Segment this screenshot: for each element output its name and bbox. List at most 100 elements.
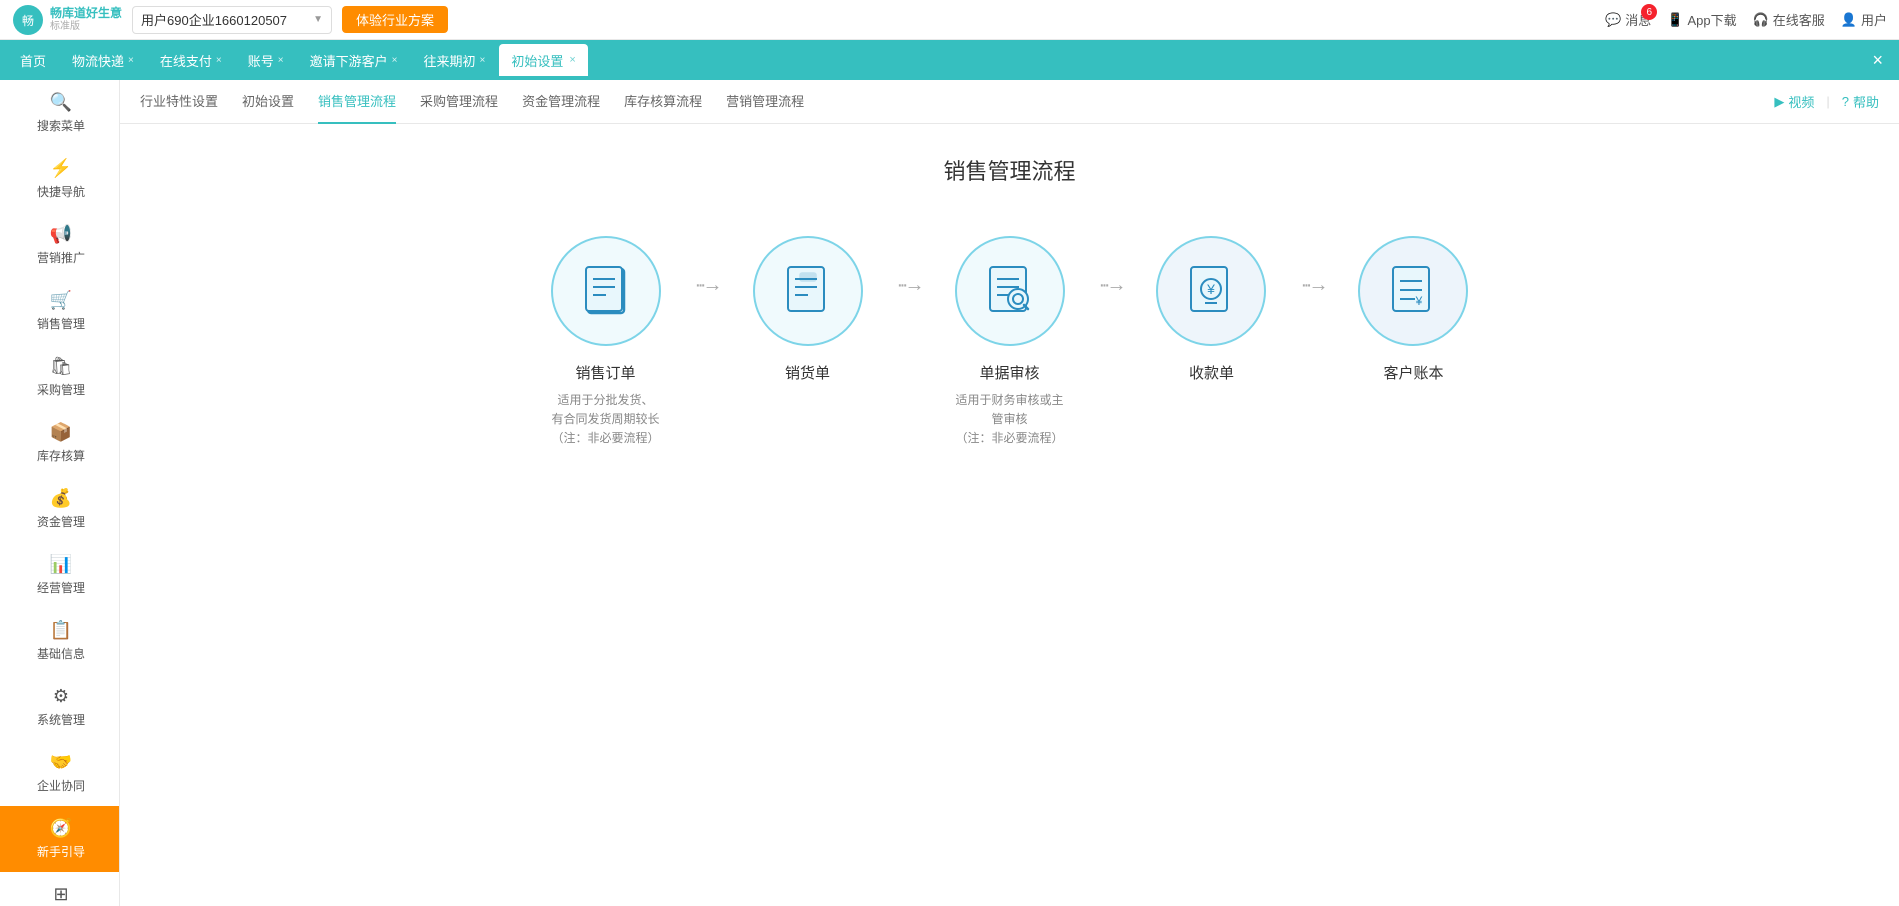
nav-tab-home-label: 首页: [20, 51, 46, 70]
audit-icon: [982, 263, 1038, 319]
sub-tab-inventory-flow[interactable]: 库存核算流程: [624, 80, 702, 124]
flow-step-sales-order: 销售订单 适用于分批发货、有合同发货周期较长（注：非必要流程）: [521, 236, 691, 449]
chevron-down-icon: ×: [216, 55, 222, 66]
tab-close-icon[interactable]: ×: [569, 54, 575, 66]
sub-tab-init-label: 初始设置: [242, 91, 294, 110]
nav-tab-account[interactable]: 账号 ×: [236, 44, 296, 76]
grid-icon: ⊞: [53, 884, 68, 905]
nav-tab-logistics[interactable]: 物流快递 ×: [60, 44, 146, 76]
help-button[interactable]: ? 帮助: [1842, 92, 1879, 111]
flow-arrow-3: ···→: [1095, 274, 1127, 297]
sales-order-icon: [578, 263, 634, 319]
nav-tab-invite[interactable]: 邀请下游客户 ×: [298, 44, 410, 76]
chevron-down-icon: ×: [479, 55, 485, 66]
sidebar-item-purchase[interactable]: 🛍 采购管理: [0, 344, 119, 410]
receipt-icon: ¥: [1183, 263, 1239, 319]
flow-step-audit: 单据审核 适用于财务审核或主管审核（注：非必要流程）: [925, 236, 1095, 449]
gear-icon: ⚙: [53, 686, 69, 707]
sidebar-item-marketing[interactable]: 📢 营销推广: [0, 212, 119, 278]
sub-tab-sales-flow[interactable]: 销售管理流程: [318, 80, 396, 124]
delivery-circle[interactable]: [753, 236, 863, 346]
delivery-icon: [780, 263, 836, 319]
close-all-tabs-button[interactable]: ×: [1864, 50, 1891, 71]
sidebar-item-inventory[interactable]: 📦 库存核算: [0, 410, 119, 476]
flow-title: 销售管理流程: [943, 154, 1075, 186]
play-icon: ▶: [1774, 94, 1784, 110]
nav-tab-home[interactable]: 首页: [8, 44, 58, 76]
bag-icon: 🛍: [50, 356, 73, 377]
lightning-icon: ⚡: [50, 158, 72, 179]
top-bar: 畅 畅库道好生意 标准版 用户690企业1660120507 ▼ 体验行业方案 …: [0, 0, 1899, 40]
cart-icon: 🛒: [50, 290, 72, 311]
avatar-icon: 👤: [1841, 12, 1857, 28]
sub-tab-marketing-flow-label: 营销管理流程: [726, 91, 804, 110]
sidebar-item-quick[interactable]: ⚡ 快捷导航: [0, 146, 119, 212]
receipt-circle[interactable]: ¥: [1156, 236, 1266, 346]
flow-steps: 销售订单 适用于分批发货、有合同发货周期较长（注：非必要流程） ···→: [521, 236, 1499, 449]
sub-tab-finance-flow-label: 资金管理流程: [522, 91, 600, 110]
app-download-icon: 📱: [1667, 12, 1683, 28]
audit-circle[interactable]: [955, 236, 1065, 346]
nav-tab-init[interactable]: 初始设置 ×: [499, 44, 587, 76]
sub-tab-init[interactable]: 初始设置: [242, 80, 294, 124]
nav-tab-period-label: 往来期初: [423, 51, 475, 70]
sidebar-item-inventory-label: 库存核算: [37, 447, 85, 464]
megaphone-icon: 📢: [50, 224, 72, 245]
app-download-button[interactable]: 📱 App下载: [1667, 10, 1736, 29]
message-icon: 💬: [1605, 12, 1621, 28]
sub-tab-purchase-flow[interactable]: 采购管理流程: [420, 80, 498, 124]
trial-button[interactable]: 体验行业方案: [342, 6, 448, 33]
nav-tab-period[interactable]: 往来期初 ×: [411, 44, 497, 76]
message-badge: 6: [1641, 4, 1657, 20]
user-selector[interactable]: 用户690企业1660120507 ▼: [132, 6, 332, 34]
sidebar-item-operation-label: 经营管理: [37, 579, 85, 596]
sidebar-item-basic[interactable]: 📋 基础信息: [0, 608, 119, 674]
user-avatar-button[interactable]: 👤 用户: [1841, 10, 1887, 29]
receipt-name: 收款单: [1189, 362, 1234, 383]
help-icon: ?: [1842, 94, 1849, 109]
sidebar-item-guide[interactable]: 🧭 新手引导: [0, 806, 119, 872]
video-help-button[interactable]: ▶ 视频: [1774, 92, 1814, 111]
money-icon: 💰: [50, 488, 72, 509]
sub-tab-right: ▶ 视频 | ? 帮助: [1774, 92, 1879, 111]
message-button[interactable]: 💬 消息 6: [1605, 10, 1651, 29]
logo-subtext: 标准版: [50, 21, 122, 33]
app-logo-icon: 畅: [12, 4, 44, 36]
chevron-down-icon: ×: [278, 55, 284, 66]
app-download-label: App下载: [1687, 10, 1736, 29]
username-label: 用户: [1861, 10, 1887, 29]
nav-tab-account-label: 账号: [248, 51, 274, 70]
flow-arrow-4: ···→: [1296, 274, 1328, 297]
sub-tab-industry[interactable]: 行业特性设置: [140, 80, 218, 124]
sub-tab-finance-flow[interactable]: 资金管理流程: [522, 80, 600, 124]
sidebar-item-search[interactable]: 🔍 搜索菜单: [0, 80, 119, 146]
svg-text:¥: ¥: [1207, 281, 1216, 297]
compass-icon: 🧭: [50, 818, 72, 839]
sidebar-item-system[interactable]: ⚙ 系统管理: [0, 674, 119, 740]
sidebar-item-guide-label: 新手引导: [37, 843, 85, 860]
sidebar-item-finance[interactable]: 💰 资金管理: [0, 476, 119, 542]
help-label: 帮助: [1853, 92, 1879, 111]
search-icon: 🔍: [50, 92, 72, 113]
chevron-down-icon: ×: [128, 55, 134, 66]
sidebar-item-collab[interactable]: 🤝 企业协同: [0, 740, 119, 806]
sidebar-item-sales-label: 销售管理: [37, 315, 85, 332]
account-name: 客户账本: [1383, 362, 1443, 383]
sidebar-item-sales[interactable]: 🛒 销售管理: [0, 278, 119, 344]
audit-name: 单据审核: [979, 362, 1039, 383]
sales-order-name: 销售订单: [576, 362, 636, 383]
sales-order-circle[interactable]: [551, 236, 661, 346]
clipboard-icon: 📋: [50, 620, 72, 641]
account-circle[interactable]: ¥: [1358, 236, 1468, 346]
nav-tab-payment[interactable]: 在线支付 ×: [148, 44, 234, 76]
content-area: 行业特性设置 初始设置 销售管理流程 采购管理流程 资金管理流程 库存核算流程 …: [120, 80, 1899, 906]
svg-text:畅: 畅: [22, 14, 34, 28]
svg-text:¥: ¥: [1415, 294, 1423, 308]
sidebar-item-apps[interactable]: ⊞ 应用中心: [0, 872, 119, 906]
top-right-area: 💬 消息 6 📱 App下载 🎧 在线客服 👤 用户: [1605, 10, 1887, 29]
sidebar-item-search-label: 搜索菜单: [37, 117, 85, 134]
sub-tab-marketing-flow[interactable]: 营销管理流程: [726, 80, 804, 124]
sub-tab-industry-label: 行业特性设置: [140, 91, 218, 110]
sidebar-item-operation[interactable]: 📊 经营管理: [0, 542, 119, 608]
online-service-button[interactable]: 🎧 在线客服: [1753, 10, 1825, 29]
